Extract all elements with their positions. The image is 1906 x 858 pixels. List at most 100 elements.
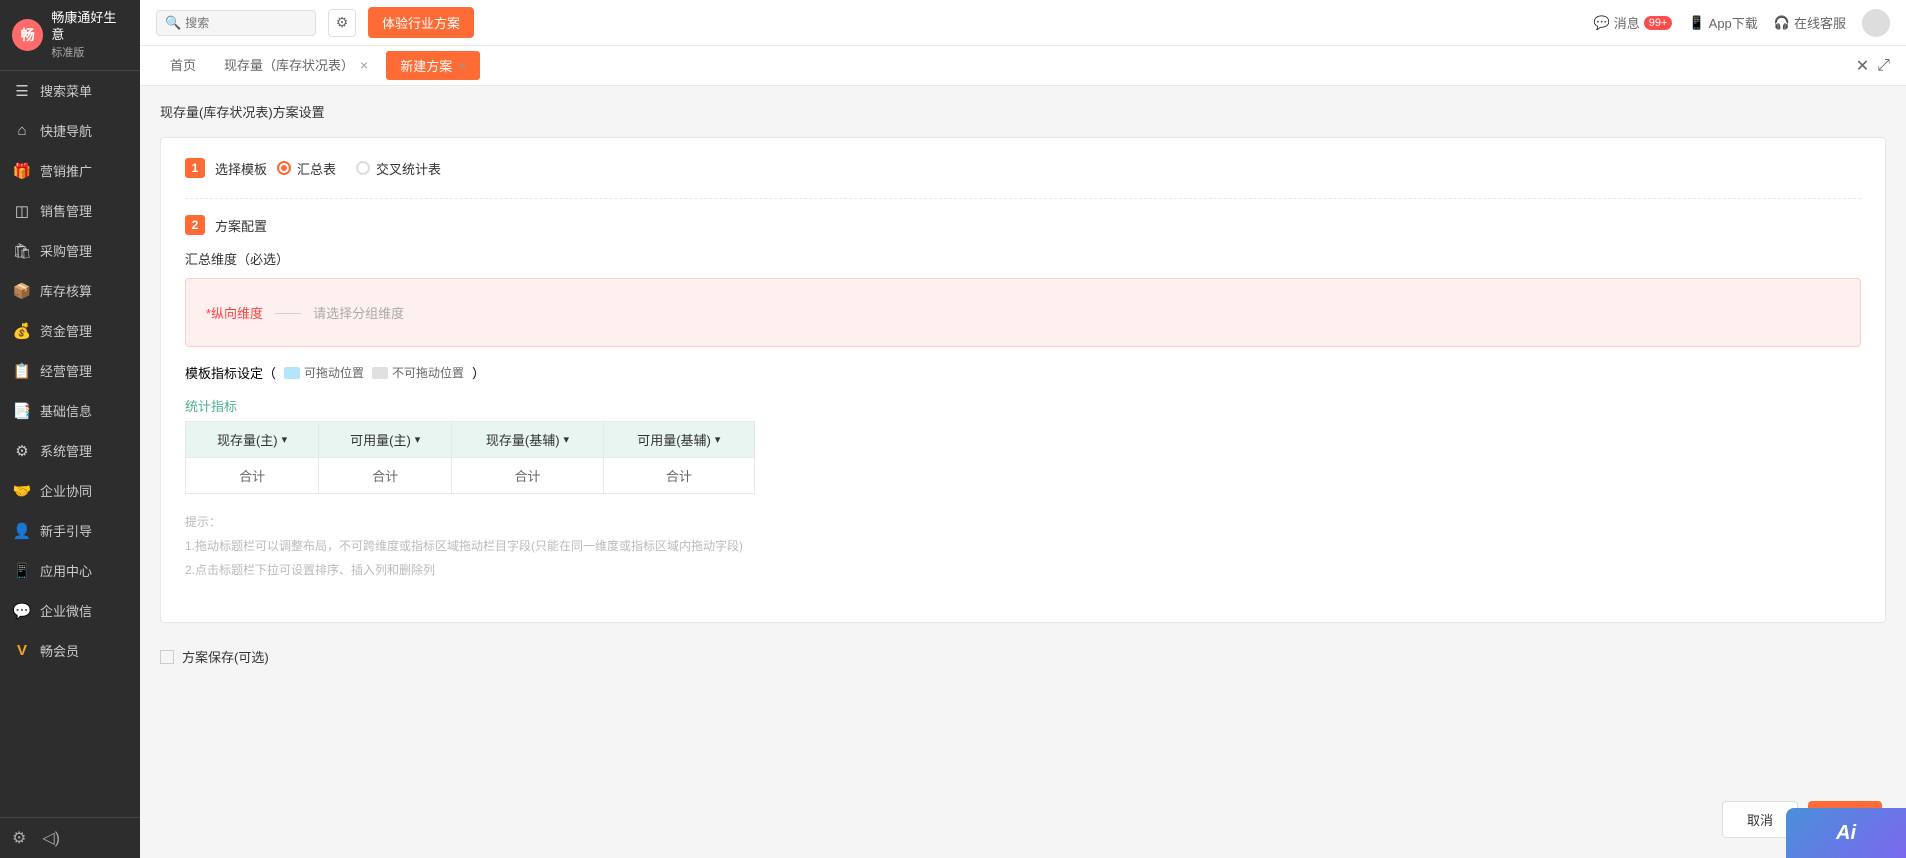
sidebar-logo: 畅 畅康通好生意 标准版: [0, 0, 140, 71]
dim-placeholder-text[interactable]: 请选择分组维度: [313, 303, 404, 322]
sales-icon: ◫: [12, 201, 32, 221]
ai-float-button[interactable]: Ai: [1786, 808, 1906, 858]
gear-button[interactable]: ⚙: [328, 9, 356, 37]
radio-summary-label: 汇总表: [297, 159, 336, 178]
topbar: 🔍 ⚙ 体验行业方案 💬 消息 99+ 📱 App下载 🎧 在线客服: [140, 0, 1906, 46]
tab-home[interactable]: 首页: [156, 46, 210, 86]
sidebar-item-label: 应用中心: [40, 561, 92, 580]
sound-icon[interactable]: ◁): [42, 828, 60, 848]
indicator-settings-row: 模板指标设定（ 可拖动位置 不可拖动位置 ）: [185, 363, 1861, 382]
tab-inventory-close-icon[interactable]: ×: [360, 57, 368, 73]
sidebar-item-enterprise[interactable]: 🤝 企业协同: [0, 471, 140, 511]
online-support-label: 在线客服: [1794, 13, 1846, 32]
tab-home-label: 首页: [170, 55, 196, 74]
col-header-1[interactable]: 可用量(主) ▾: [319, 422, 452, 458]
col-header-0[interactable]: 现存量(主) ▾: [186, 422, 319, 458]
template-radio-group: 汇总表 交叉统计表: [277, 159, 441, 178]
sidebar: 畅 畅康通好生意 标准版 ☰ 搜索菜单 ⌂ 快捷导航 🎁 营销推广 ◫ 销售管理…: [0, 0, 140, 858]
sidebar-item-finance[interactable]: 💰 资金管理: [0, 311, 140, 351]
operations-icon: 📋: [12, 361, 32, 381]
sidebar-item-label: 经营管理: [40, 361, 92, 380]
sidebar-item-system[interactable]: ⚙ 系统管理: [0, 431, 140, 471]
search-box[interactable]: 🔍: [156, 10, 316, 36]
col-label-0: 现存量(主): [217, 430, 278, 449]
tab-new-scheme[interactable]: 新建方案 ×: [386, 51, 480, 80]
tab-inventory-status-label: 现存量（库存状况表）: [224, 55, 354, 74]
sidebar-item-search-menu[interactable]: ☰ 搜索菜单: [0, 71, 140, 111]
scheme-settings-card: 1 选择模板 汇总表 交叉统计表: [160, 137, 1886, 623]
divider1: [185, 198, 1861, 199]
col-dropdown-icon-3[interactable]: ▾: [715, 433, 721, 446]
sidebar-item-label: 系统管理: [40, 441, 92, 460]
settings-icon[interactable]: ⚙: [12, 828, 26, 848]
message-label: 消息: [1614, 13, 1640, 32]
col-dropdown-icon-0[interactable]: ▾: [282, 433, 288, 446]
step2-title: 方案配置: [215, 216, 267, 235]
cell-2: 合计: [452, 458, 603, 494]
app-center-icon: 📱: [12, 561, 32, 581]
tabs: 首页 现存量（库存状况表） × 新建方案 × ✕ ⤢: [140, 46, 1906, 86]
sidebar-bottom: ⚙ ◁): [0, 817, 140, 858]
tab-collapse-icon[interactable]: ✕: [1856, 56, 1869, 76]
sidebar-item-purchase[interactable]: 🛍 采购管理: [0, 231, 140, 271]
sidebar-item-inventory[interactable]: 📦 库存核算: [0, 271, 140, 311]
tips-section: 提示： 1.拖动标题栏可以调整布局，不可跨维度或指标区域拖动栏目字段(只能在同一…: [185, 510, 1861, 582]
sidebar-item-app-center[interactable]: 📱 应用中心: [0, 551, 140, 591]
legend-non-draggable-label: 不可拖动位置: [392, 364, 464, 381]
newbie-icon: 👤: [12, 521, 32, 541]
radio-cross[interactable]: 交叉统计表: [356, 159, 441, 178]
app-download-action[interactable]: 📱 App下载: [1688, 13, 1757, 32]
logo-icon: 畅: [12, 19, 43, 51]
cell-0: 合计: [186, 458, 319, 494]
legend-non-draggable: 不可拖动位置: [372, 364, 464, 381]
dim-separator: ——: [275, 305, 301, 320]
phone-icon: 📱: [1688, 15, 1704, 31]
online-support-action[interactable]: 🎧 在线客服: [1774, 13, 1846, 32]
sidebar-item-operations[interactable]: 📋 经营管理: [0, 351, 140, 391]
logo-name: 畅康通好生意: [51, 10, 128, 44]
sidebar-item-label: 库存核算: [40, 281, 92, 300]
search-input[interactable]: [185, 16, 295, 30]
sidebar-item-sales[interactable]: ◫ 销售管理: [0, 191, 140, 231]
tip-2: 2.点击标题栏下拉可设置排序、插入列和删除列: [185, 558, 1861, 582]
sidebar-item-label: 畅会员: [40, 641, 79, 660]
sidebar-item-membership[interactable]: V 畅会员: [0, 631, 140, 671]
sidebar-item-label: 企业协同: [40, 481, 92, 500]
sidebar-item-newbie[interactable]: 👤 新手引导: [0, 511, 140, 551]
save-checkbox[interactable]: [160, 650, 174, 664]
legend-draggable-label: 可拖动位置: [304, 364, 364, 381]
sidebar-item-quick-nav[interactable]: ⌂ 快捷导航: [0, 111, 140, 151]
main-area: 🔍 ⚙ 体验行业方案 💬 消息 99+ 📱 App下载 🎧 在线客服: [140, 0, 1906, 858]
indicator-settings-suffix: ）: [472, 363, 485, 382]
col-header-2[interactable]: 现存量(基辅) ▾: [452, 422, 603, 458]
dimension-area[interactable]: *纵向维度 —— 请选择分组维度: [185, 278, 1861, 347]
tab-new-close-icon[interactable]: ×: [458, 58, 466, 74]
col-dropdown-icon-1[interactable]: ▾: [415, 433, 421, 446]
cell-1: 合计: [319, 458, 452, 494]
radio-summary[interactable]: 汇总表: [277, 159, 336, 178]
dim-row: *纵向维度 —— 请选择分组维度: [206, 303, 1840, 322]
tab-expand-icon[interactable]: ⤢: [1877, 57, 1890, 75]
tab-inventory-status[interactable]: 现存量（库存状况表） ×: [210, 46, 382, 86]
logo-text-block: 畅康通好生意 标准版: [51, 10, 128, 60]
col-header-3[interactable]: 可用量(基辅) ▾: [603, 422, 754, 458]
message-action[interactable]: 💬 消息 99+: [1594, 13, 1673, 32]
col-dropdown-icon-2[interactable]: ▾: [564, 433, 570, 446]
radio-summary-circle: [277, 161, 291, 175]
indicator-settings-label: 模板指标设定（: [185, 363, 276, 382]
sidebar-item-label: 企业微信: [40, 601, 92, 620]
enterprise-icon: 🤝: [12, 481, 32, 501]
form-bottom: 方案保存(可选): [160, 637, 1886, 676]
cell-3: 合计: [603, 458, 754, 494]
non-draggable-box: [372, 367, 388, 379]
step2-header: 2 方案配置: [185, 215, 1861, 235]
sidebar-item-basic-info[interactable]: 📑 基础信息: [0, 391, 140, 431]
sidebar-item-wechat[interactable]: 💬 企业微信: [0, 591, 140, 631]
sidebar-item-label: 采购管理: [40, 241, 92, 260]
sidebar-item-marketing[interactable]: 🎁 营销推广: [0, 151, 140, 191]
dim-required-label: *纵向维度: [206, 303, 263, 322]
app-download-label: App下载: [1709, 13, 1758, 32]
avatar[interactable]: [1862, 9, 1890, 37]
sidebar-item-label: 营销推广: [40, 161, 92, 180]
trial-button[interactable]: 体验行业方案: [368, 7, 474, 38]
